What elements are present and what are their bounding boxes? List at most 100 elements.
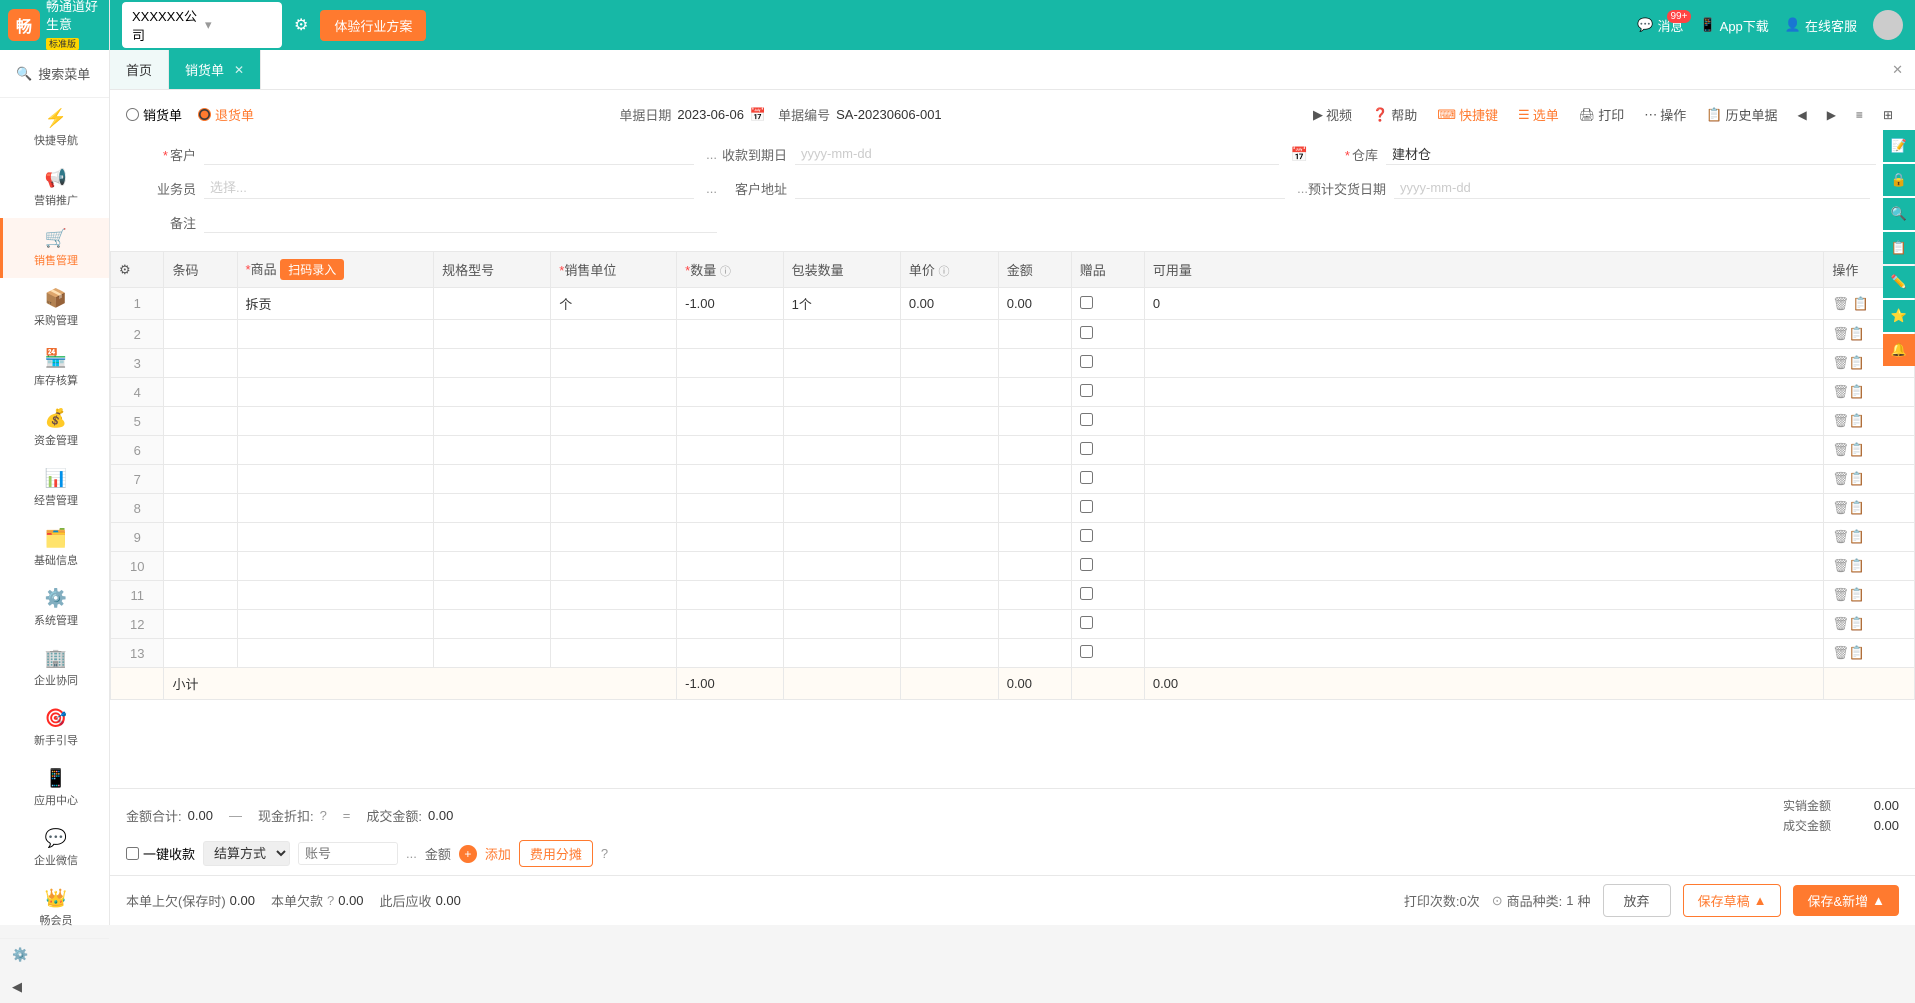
row-1-gift[interactable] bbox=[1071, 288, 1144, 320]
sidebar-item-xiaoshou[interactable]: 🛒 销售管理 bbox=[0, 218, 109, 278]
row-10-copy-icon[interactable]: 📋 bbox=[1849, 558, 1865, 573]
row-6-delete-icon[interactable]: 🗑 bbox=[1832, 442, 1849, 457]
row-1-spec[interactable] bbox=[434, 288, 551, 320]
toolbar-history-btn[interactable]: 📋 历史单据 bbox=[1700, 102, 1783, 127]
row-12-copy-icon[interactable]: 📋 bbox=[1849, 616, 1865, 631]
salesperson-dots-btn[interactable]: ... bbox=[706, 181, 717, 196]
row-2-delete-icon[interactable]: 🗑 bbox=[1832, 326, 1849, 341]
sidebar-settings-btn[interactable]: ⚙️ bbox=[0, 939, 109, 971]
row-1-pkg-qty[interactable]: 1个 bbox=[783, 288, 900, 320]
sales-order-radio[interactable]: 销货单 bbox=[126, 105, 182, 124]
row-5-delete-icon[interactable]: 🗑 bbox=[1832, 413, 1849, 428]
sidebar-item-huiyuan[interactable]: 👑 畅会员 bbox=[0, 878, 109, 938]
row-3-delete-icon[interactable]: 🗑 bbox=[1832, 355, 1849, 370]
sidebar-item-jingying[interactable]: 📊 经营管理 bbox=[0, 458, 109, 518]
row-1-barcode[interactable] bbox=[164, 288, 237, 320]
tab-home[interactable]: 首页 bbox=[110, 50, 169, 89]
user-avatar[interactable] bbox=[1873, 10, 1903, 40]
tab-sales[interactable]: 销货单 ✕ bbox=[169, 50, 261, 89]
payment-method-select[interactable]: 结算方式 bbox=[203, 841, 290, 866]
payment-date-input[interactable] bbox=[795, 143, 1279, 165]
sidebar-item-jichu[interactable]: 🗂️ 基础信息 bbox=[0, 518, 109, 578]
right-panel-btn-3[interactable]: 🔍 bbox=[1883, 198, 1915, 230]
row-1-product[interactable]: 拆贡 bbox=[237, 288, 434, 320]
warehouse-input[interactable] bbox=[1386, 143, 1876, 165]
salesperson-input[interactable] bbox=[204, 177, 694, 199]
right-panel-btn-6[interactable]: ⭐ bbox=[1883, 300, 1915, 332]
row-4-delete-icon[interactable]: 🗑 bbox=[1832, 384, 1849, 399]
account-dots-btn[interactable]: ... bbox=[406, 846, 417, 861]
toolbar-help-btn[interactable]: ❓ 帮助 bbox=[1366, 102, 1423, 127]
row-13-delete-icon[interactable]: 🗑 bbox=[1832, 645, 1849, 660]
sidebar-item-yingxiao[interactable]: 📢 营销推广 bbox=[0, 158, 109, 218]
sidebar-item-zijin[interactable]: 💰 资金管理 bbox=[0, 398, 109, 458]
company-selector[interactable]: XXXXXX公司 ▾ bbox=[122, 2, 282, 48]
row-12-delete-icon[interactable]: 🗑 bbox=[1832, 616, 1849, 631]
row-9-copy-icon[interactable]: 📋 bbox=[1849, 529, 1865, 544]
account-input[interactable] bbox=[298, 842, 398, 865]
row-2-copy-icon[interactable]: 📋 bbox=[1849, 326, 1865, 341]
one-click-payment-checkbox[interactable]: 一键收款 bbox=[126, 844, 195, 863]
sidebar-item-qiye[interactable]: 🏢 企业协同 bbox=[0, 638, 109, 698]
tab-close-all-btn[interactable]: ✕ bbox=[1880, 50, 1915, 89]
sidebar-item-xinshou[interactable]: 🎯 新手引导 bbox=[0, 698, 109, 758]
right-panel-btn-2[interactable]: 🔒 bbox=[1883, 164, 1915, 196]
sidebar-item-caigou[interactable]: 📦 采购管理 bbox=[0, 278, 109, 338]
toolbar-print-btn[interactable]: 🖨 打印 bbox=[1573, 102, 1631, 127]
sidebar-item-xitong[interactable]: ⚙️ 系统管理 bbox=[0, 578, 109, 638]
sidebar-item-kucun[interactable]: 🏪 库存核算 bbox=[0, 338, 109, 398]
sidebar-item-weixin[interactable]: 💬 企业微信 bbox=[0, 818, 109, 878]
calendar-icon[interactable]: 📅 bbox=[750, 107, 766, 123]
sidebar-collapse-btn[interactable]: ◀ bbox=[0, 971, 109, 1003]
row-1-quantity[interactable]: -1.00 bbox=[677, 288, 783, 320]
tab-close-icon[interactable]: ✕ bbox=[234, 63, 244, 77]
scan-input-btn[interactable]: 扫码录入 bbox=[280, 259, 344, 280]
toolbar-next-btn[interactable]: ▶ bbox=[1821, 105, 1842, 125]
sidebar-search-item[interactable]: 🔍 搜索菜单 bbox=[8, 58, 101, 89]
payment-date-calendar-icon[interactable]: 📅 bbox=[1291, 146, 1308, 163]
expense-help-icon[interactable]: ? bbox=[601, 846, 608, 861]
save-new-btn[interactable]: 保存&新增 ▲ bbox=[1793, 885, 1899, 916]
customer-address-input[interactable] bbox=[795, 177, 1285, 199]
toolbar-prev-btn[interactable]: ◀ bbox=[1791, 105, 1812, 125]
debt-help-icon[interactable]: ? bbox=[327, 893, 334, 908]
row-6-copy-icon[interactable]: 📋 bbox=[1849, 442, 1865, 457]
customer-dots-btn[interactable]: ... bbox=[706, 147, 717, 162]
row-8-copy-icon[interactable]: 📋 bbox=[1849, 500, 1865, 515]
discard-btn[interactable]: 放弃 bbox=[1603, 884, 1671, 917]
remark-input[interactable] bbox=[204, 211, 717, 233]
online-service-btn[interactable]: 👤 在线客服 bbox=[1785, 16, 1857, 35]
delivery-date-input[interactable] bbox=[1394, 177, 1870, 199]
row-8-delete-icon[interactable]: 🗑 bbox=[1832, 500, 1849, 515]
row-11-delete-icon[interactable]: 🗑 bbox=[1832, 587, 1849, 602]
cash-discount-help[interactable]: ? bbox=[320, 808, 327, 823]
row-13-copy-icon[interactable]: 📋 bbox=[1849, 645, 1865, 660]
sidebar-item-yingyong[interactable]: 📱 应用中心 bbox=[0, 758, 109, 818]
app-download-btn[interactable]: 📱 App下载 bbox=[1699, 16, 1768, 35]
right-panel-btn-5[interactable]: ✏️ bbox=[1883, 266, 1915, 298]
row-10-delete-icon[interactable]: 🗑 bbox=[1832, 558, 1849, 573]
row-7-delete-icon[interactable]: 🗑 bbox=[1832, 471, 1849, 486]
row-1-copy-icon[interactable]: 📋 bbox=[1852, 296, 1868, 311]
row-11-copy-icon[interactable]: 📋 bbox=[1849, 587, 1865, 602]
toolbar-grid-view-btn[interactable]: ⊞ bbox=[1877, 105, 1899, 125]
right-panel-btn-4[interactable]: 📋 bbox=[1883, 232, 1915, 264]
row-7-copy-icon[interactable]: 📋 bbox=[1849, 471, 1865, 486]
expense-split-btn[interactable]: 费用分摊 bbox=[519, 840, 593, 867]
right-panel-btn-1[interactable]: 📝 bbox=[1883, 130, 1915, 162]
toolbar-action-btn[interactable]: ⋯ 操作 bbox=[1638, 102, 1692, 127]
add-payment-btn[interactable]: + bbox=[459, 845, 477, 863]
row-3-copy-icon[interactable]: 📋 bbox=[1849, 355, 1865, 370]
toolbar-video-btn[interactable]: ▶ 视频 bbox=[1307, 102, 1358, 127]
message-btn[interactable]: 💬 消息 99+ bbox=[1637, 16, 1683, 35]
right-panel-btn-7[interactable]: 🔔 bbox=[1883, 334, 1915, 366]
th-settings[interactable]: ⚙ bbox=[111, 252, 164, 288]
row-1-amount[interactable]: 0.00 bbox=[998, 288, 1071, 320]
row-1-unit-price[interactable]: 0.00 bbox=[900, 288, 998, 320]
sidebar-item-kuaijie[interactable]: ⚡ 快捷导航 bbox=[0, 98, 109, 158]
row-4-copy-icon[interactable]: 📋 bbox=[1849, 384, 1865, 399]
row-1-delete-icon[interactable]: 🗑 bbox=[1832, 296, 1849, 311]
toolbar-list-view-btn[interactable]: ≡ bbox=[1850, 105, 1869, 125]
customer-input[interactable] bbox=[204, 143, 694, 165]
settings-gear-btn[interactable]: ⚙ bbox=[290, 11, 312, 39]
